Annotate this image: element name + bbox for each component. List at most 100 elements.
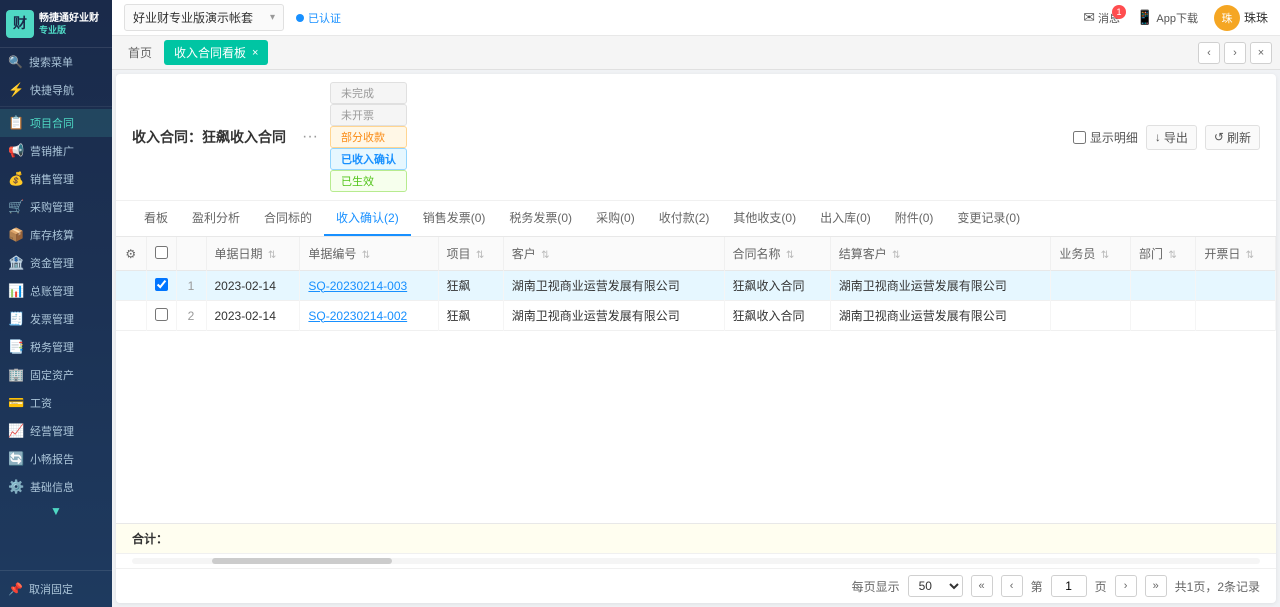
col-header-code[interactable]: 单据编号 ⇅: [300, 237, 438, 271]
sub-tab-kanban[interactable]: 看板: [132, 201, 180, 236]
sidebar-item-label: 经营管理: [30, 423, 74, 439]
show-details-checkbox[interactable]: [1073, 131, 1086, 144]
status-btn-confirmed[interactable]: 已收入确认: [330, 148, 407, 170]
sidebar-item-label: 发票管理: [30, 311, 74, 327]
sub-tab-purchase[interactable]: 采购(0): [584, 201, 647, 236]
sidebar-item-tax[interactable]: 📑 税务管理: [0, 333, 112, 361]
row-code[interactable]: SQ-20230214-002: [300, 301, 438, 331]
tab-nav-prev[interactable]: ‹: [1198, 42, 1220, 64]
sub-tab-other_income[interactable]: 其他收支(0): [721, 201, 808, 236]
download-icon: 📱: [1136, 9, 1153, 26]
col-header-salesperson[interactable]: 业务员 ⇅: [1051, 237, 1131, 271]
next-icon: ›: [1124, 580, 1128, 592]
sidebar-search-label: 搜索菜单: [29, 54, 73, 70]
sidebar-item-sales[interactable]: 💰 销售管理: [0, 165, 112, 193]
chevron-down-icon: ▾: [270, 12, 275, 23]
company-selector[interactable]: 好业财专业版演示帐套 ▾: [124, 4, 284, 31]
col-header-end_customer[interactable]: 结算客户 ⇅: [830, 237, 1051, 271]
capital-icon: 🏦: [8, 255, 24, 271]
sidebar-item-basic[interactable]: ⚙️ 基础信息: [0, 473, 112, 501]
app-download-btn[interactable]: 📱 App下载: [1136, 9, 1198, 26]
last-icon: »: [1153, 580, 1159, 592]
sub-tab-warehouse[interactable]: 出入库(0): [808, 201, 883, 236]
data-table: ⚙ 单据日期 ⇅单据编号 ⇅项目 ⇅客户 ⇅合同名称 ⇅结算客户 ⇅业务员 ⇅部门…: [116, 237, 1276, 331]
sidebar-item-purchase[interactable]: 🛒 采购管理: [0, 193, 112, 221]
show-details-check[interactable]: 显示明细: [1073, 129, 1138, 146]
row-code[interactable]: SQ-20230214-003: [300, 271, 438, 301]
scrollbar-thumb[interactable]: [212, 558, 392, 564]
select-all-checkbox[interactable]: [155, 246, 168, 259]
row-salesperson: [1051, 301, 1131, 331]
sub-tab-collection[interactable]: 收付款(2): [647, 201, 722, 236]
first-page-btn[interactable]: «: [971, 575, 993, 597]
status-btn-partial_collected[interactable]: 部分收款: [330, 126, 407, 148]
search-icon: 🔍: [8, 55, 23, 69]
sidebar-item-operations[interactable]: 📈 经营管理: [0, 417, 112, 445]
message-icon: ✉: [1083, 9, 1095, 26]
sidebar-item-marketing[interactable]: 📢 营销推广: [0, 137, 112, 165]
last-page-btn[interactable]: »: [1145, 575, 1167, 597]
row-check-cell[interactable]: [146, 271, 176, 301]
row-checkbox[interactable]: [155, 308, 168, 321]
row-checkbox[interactable]: [155, 278, 168, 291]
row-customer: 湖南卫视商业运营发展有限公司: [503, 301, 724, 331]
sidebar-item-quick-nav[interactable]: ⚡ 快捷导航: [0, 76, 112, 104]
messages-btn[interactable]: ✉ 消息 1: [1083, 9, 1120, 26]
sidebar-pin-btn[interactable]: 📌 取消固定: [8, 577, 104, 601]
sidebar-item-inventory[interactable]: 📦 库存核算: [0, 221, 112, 249]
tab-close-icon[interactable]: ×: [252, 47, 258, 59]
sidebar-item-project[interactable]: 📋 项目合同: [0, 109, 112, 137]
export-btn[interactable]: ↓ 导出: [1146, 125, 1197, 150]
next-page-btn[interactable]: ›: [1115, 575, 1137, 597]
sidebar-search[interactable]: 🔍 搜索菜单: [0, 48, 112, 76]
sub-tab-tax_invoice[interactable]: 税务发票(0): [497, 201, 584, 236]
col-header-invoice_date[interactable]: 开票日 ⇅: [1196, 237, 1276, 271]
sidebar-item-label: 资金管理: [30, 255, 74, 271]
sub-tab-profit[interactable]: 盈利分析: [180, 201, 252, 236]
tab-income-contract[interactable]: 收入合同看板 ×: [164, 40, 268, 65]
per-page-select[interactable]: 2050100: [908, 575, 963, 597]
tab-nav-next[interactable]: ›: [1224, 42, 1246, 64]
refresh-btn[interactable]: ↺ 刷新: [1205, 125, 1260, 150]
sidebar-item-label: 营销推广: [30, 143, 74, 159]
sidebar-item-capital[interactable]: 🏦 资金管理: [0, 249, 112, 277]
sub-tab-attachment[interactable]: 附件(0): [883, 201, 946, 236]
row-check-cell[interactable]: [146, 301, 176, 331]
sub-tab-sales_invoice[interactable]: 销售发票(0): [411, 201, 498, 236]
prev-icon: ‹: [1010, 580, 1014, 592]
more-btn[interactable]: ···: [302, 128, 318, 146]
tabbar: 首页 收入合同看板 × ‹ › ×: [112, 36, 1280, 70]
row-salesperson: [1051, 271, 1131, 301]
contract-title-prefix: 收入合同：: [132, 129, 202, 145]
tab-nav-close[interactable]: ×: [1250, 42, 1272, 64]
status-btn-uninvoiced[interactable]: 未开票: [330, 104, 407, 126]
col-header-date[interactable]: 单据日期 ⇅: [206, 237, 300, 271]
scrollbar-area: [116, 553, 1276, 568]
sidebar-item-assets[interactable]: 🏢 固定资产: [0, 361, 112, 389]
horizontal-scrollbar[interactable]: [132, 558, 1260, 564]
tab-home[interactable]: 首页: [120, 40, 160, 65]
project-icon: 📋: [8, 115, 24, 131]
col-header-contract_name[interactable]: 合同名称 ⇅: [724, 237, 830, 271]
status-btn-incomplete[interactable]: 未完成: [330, 82, 407, 104]
col-header-project[interactable]: 项目 ⇅: [438, 237, 503, 271]
sidebar-item-invoice[interactable]: 🧾 发票管理: [0, 305, 112, 333]
page-input[interactable]: [1051, 575, 1087, 597]
user-avatar[interactable]: 珠 珠珠: [1214, 5, 1268, 31]
page-unit: 页: [1095, 578, 1107, 595]
prev-page-btn[interactable]: ‹: [1001, 575, 1023, 597]
status-btn-effective[interactable]: 已生效: [330, 170, 407, 192]
sub-tab-income_confirm[interactable]: 收入确认(2): [324, 201, 411, 236]
sidebar-item-reports[interactable]: 🔄 小畅报告: [0, 445, 112, 473]
basic-icon: ⚙️: [8, 479, 24, 495]
col-header-customer[interactable]: 客户 ⇅: [503, 237, 724, 271]
settings-icon[interactable]: ⚙: [125, 247, 136, 261]
row-end-customer: 湖南卫视商业运营发展有限公司: [830, 271, 1051, 301]
sub-tab-contract_standards[interactable]: 合同标的: [252, 201, 324, 236]
sidebar-item-general[interactable]: 📊 总账管理: [0, 277, 112, 305]
inventory-icon: 📦: [8, 227, 24, 243]
col-header-department[interactable]: 部门 ⇅: [1131, 237, 1196, 271]
sub-tab-change_log[interactable]: 变更记录(0): [945, 201, 1032, 236]
sidebar-scroll-down[interactable]: ▼: [0, 501, 112, 521]
sidebar-item-hr[interactable]: 💳 工资: [0, 389, 112, 417]
